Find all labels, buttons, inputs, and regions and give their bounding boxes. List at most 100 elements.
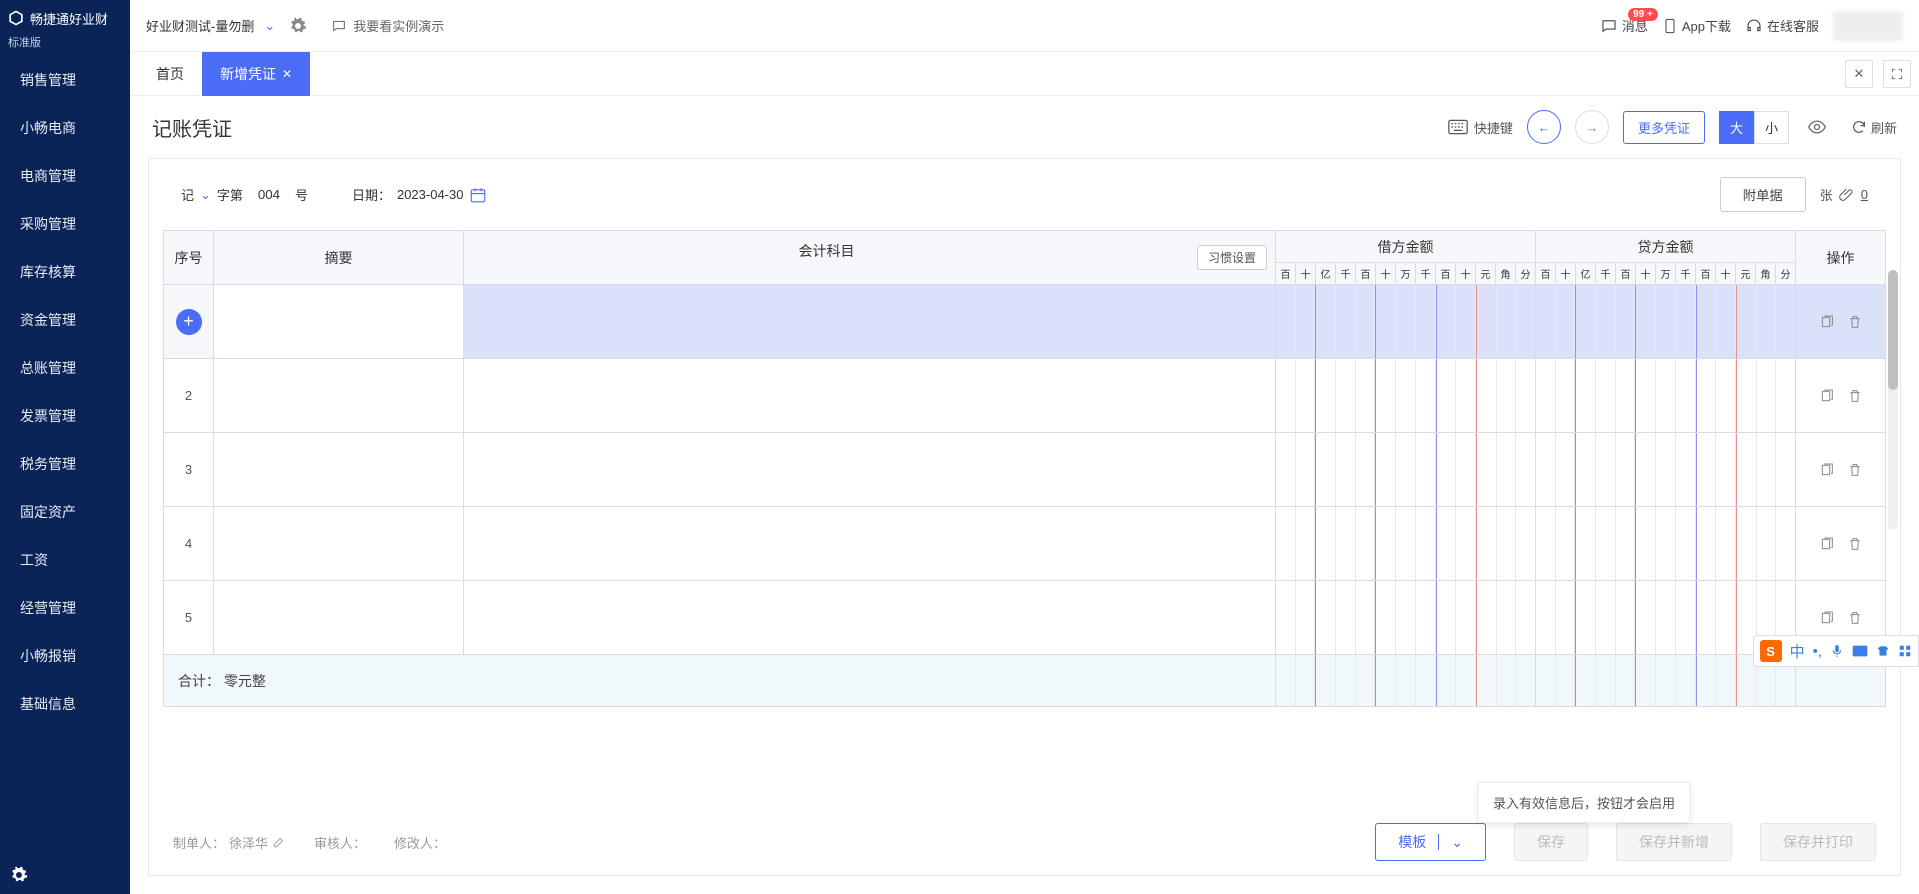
app-download-button[interactable]: App下载 [1662, 16, 1731, 35]
view-button[interactable] [1803, 113, 1831, 141]
ime-punct-icon[interactable]: •, [1813, 643, 1822, 660]
copy-row-button[interactable] [1819, 462, 1835, 478]
ime-mic-icon[interactable] [1830, 644, 1844, 658]
size-small[interactable]: 小 [1754, 111, 1789, 144]
table-row[interactable]: 4 [164, 507, 1886, 581]
copy-row-button[interactable] [1819, 536, 1835, 552]
add-row-button[interactable]: + [176, 309, 202, 335]
date-value[interactable]: 2023-04-30 [397, 187, 464, 202]
th-debit: 借方金额 [1276, 231, 1536, 263]
account-cell[interactable] [464, 507, 1276, 581]
copy-row-button[interactable] [1819, 388, 1835, 404]
debit-cell[interactable] [1276, 285, 1536, 359]
debit-cell[interactable] [1276, 359, 1536, 433]
trash-icon [1847, 314, 1863, 330]
ops-cell [1796, 507, 1886, 581]
calendar-button[interactable] [469, 186, 487, 204]
avatar[interactable] [1833, 11, 1903, 41]
th-digest: 摘要 [214, 231, 464, 285]
org-name: 好业财测试-量勿删 [146, 16, 254, 35]
prev-button[interactable]: ← [1527, 110, 1561, 144]
ime-keyboard-icon[interactable] [1852, 644, 1868, 658]
credit-cell[interactable] [1536, 359, 1796, 433]
nav-item-expense[interactable]: 小畅报销 [0, 632, 130, 680]
copy-row-button[interactable] [1819, 314, 1835, 330]
credit-cell[interactable] [1536, 507, 1796, 581]
delete-row-button[interactable] [1847, 462, 1863, 478]
delete-row-button[interactable] [1847, 536, 1863, 552]
table-row[interactable]: 2 [164, 359, 1886, 433]
nav-item-basic[interactable]: 基础信息 [0, 680, 130, 728]
nav-item-funds[interactable]: 资金管理 [0, 296, 130, 344]
scrollbar[interactable] [1888, 270, 1898, 530]
delete-row-button[interactable] [1847, 314, 1863, 330]
ime-toolbar[interactable]: S 中 •, [1753, 635, 1919, 667]
page-title: 记账凭证 [152, 113, 232, 142]
th-account: 会计科目 习惯设置 [464, 231, 1276, 285]
nav-item-sales[interactable]: 销售管理 [0, 56, 130, 104]
fullscreen-button[interactable] [1883, 60, 1911, 88]
settings-button[interactable] [289, 17, 307, 35]
copy-row-button[interactable] [1819, 610, 1835, 626]
debit-cell[interactable] [1276, 507, 1536, 581]
digest-input[interactable] [223, 290, 454, 350]
table-row[interactable]: 5 [164, 581, 1886, 655]
debit-cell[interactable] [1276, 433, 1536, 507]
org-selector[interactable]: 好业财测试-量勿删 ⌄ [146, 16, 275, 35]
nav-item-ecommerce[interactable]: 电商管理 [0, 152, 130, 200]
shortcut-button[interactable]: 快捷键 [1448, 118, 1513, 137]
shortcut-label: 快捷键 [1474, 118, 1513, 137]
habit-settings-button[interactable]: 习惯设置 [1197, 245, 1267, 270]
delete-row-button[interactable] [1847, 388, 1863, 404]
service-button[interactable]: 在线客服 [1745, 16, 1819, 35]
tab-home[interactable]: 首页 [138, 52, 202, 96]
nav-item-xceshop[interactable]: 小畅电商 [0, 104, 130, 152]
digest-cell[interactable] [214, 359, 464, 433]
account-cell[interactable] [464, 433, 1276, 507]
refresh-button[interactable]: 刷新 [1851, 118, 1897, 137]
tab-close-all[interactable]: ✕ [1845, 60, 1873, 88]
account-cell[interactable] [464, 359, 1276, 433]
more-vouchers-button[interactable]: 更多凭证 [1623, 111, 1705, 144]
ime-skin-icon[interactable] [1876, 644, 1890, 658]
nav-item-business[interactable]: 经营管理 [0, 584, 130, 632]
debit-cell[interactable] [1276, 581, 1536, 655]
table-row[interactable]: 3 [164, 433, 1886, 507]
nav-item-invoice[interactable]: 发票管理 [0, 392, 130, 440]
digest-cell[interactable] [214, 285, 464, 359]
scroll-thumb[interactable] [1888, 270, 1898, 390]
sidebar-settings[interactable] [0, 856, 130, 894]
row-seq: 2 [164, 359, 214, 433]
card-footer: 制单人： 徐泽华 审核人： 修改人： 模板 ⌄ 保存 保存并新增 保存并打印 [149, 809, 1900, 875]
nav-item-asset[interactable]: 固定资产 [0, 488, 130, 536]
edit-icon[interactable] [272, 835, 286, 849]
delete-row-button[interactable] [1847, 610, 1863, 626]
nav-item-tax[interactable]: 税务管理 [0, 440, 130, 488]
ime-lang[interactable]: 中 [1790, 641, 1805, 662]
template-button[interactable]: 模板 ⌄ [1375, 823, 1486, 861]
nav-item-salary[interactable]: 工资 [0, 536, 130, 584]
attach-count[interactable]: 0 [1861, 187, 1868, 202]
voucher-number-input[interactable] [249, 187, 289, 202]
digest-cell[interactable] [214, 507, 464, 581]
ime-menu-icon[interactable] [1898, 644, 1912, 658]
close-icon[interactable]: ✕ [282, 67, 292, 81]
credit-cell[interactable] [1536, 433, 1796, 507]
nav-item-purchase[interactable]: 采购管理 [0, 200, 130, 248]
digest-cell[interactable] [214, 581, 464, 655]
attach-button[interactable]: 附单据 [1720, 177, 1806, 212]
copy-icon [1819, 536, 1835, 552]
table-row[interactable]: + [164, 285, 1886, 359]
account-cell[interactable] [464, 581, 1276, 655]
next-button[interactable]: → [1575, 110, 1609, 144]
account-cell[interactable] [464, 285, 1276, 359]
nav-item-inventory[interactable]: 库存核算 [0, 248, 130, 296]
tab-new-voucher[interactable]: 新增凭证 ✕ [202, 52, 310, 96]
nav-item-gl[interactable]: 总账管理 [0, 344, 130, 392]
digest-cell[interactable] [214, 433, 464, 507]
demo-link[interactable]: 我要看实例演示 [331, 16, 444, 35]
messages-button[interactable]: 消息 99 + [1600, 16, 1648, 35]
credit-cell[interactable] [1536, 285, 1796, 359]
voucher-type-select[interactable]: ⌄ [200, 187, 211, 203]
size-big[interactable]: 大 [1719, 111, 1754, 144]
